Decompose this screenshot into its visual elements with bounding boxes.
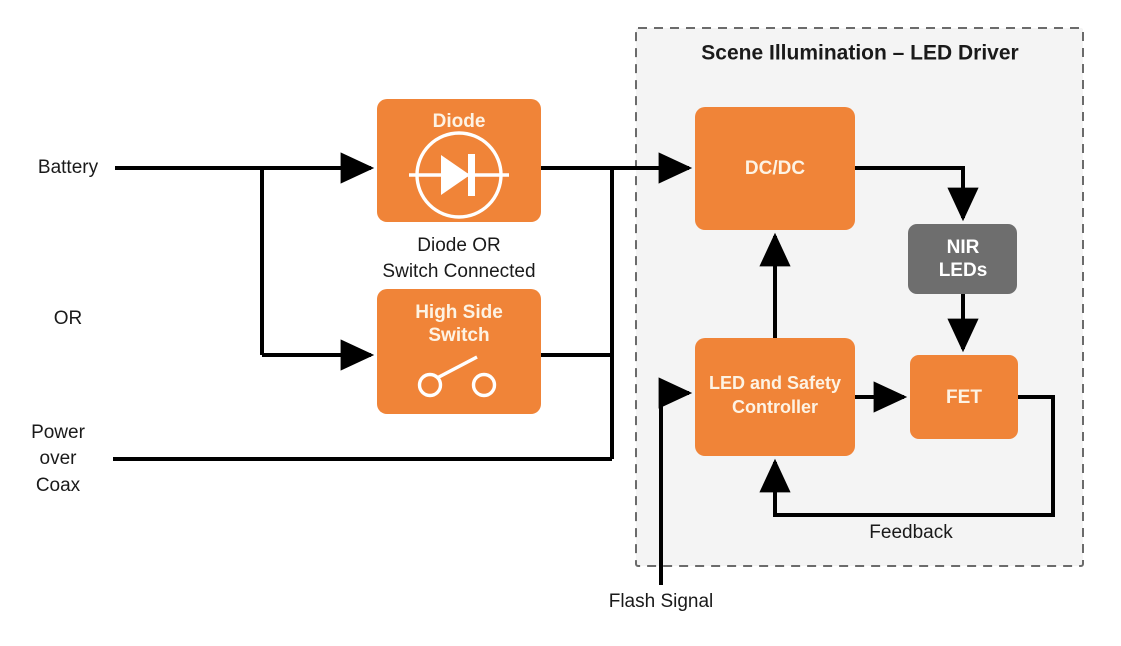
power-over-coax-line-2: over bbox=[40, 448, 78, 469]
note-diode-or-switch-line-1: Diode OR bbox=[417, 235, 500, 256]
block-diagram-canvas: Scene Illumination – LED Driver Battery … bbox=[0, 0, 1121, 646]
note-feedback: Feedback bbox=[869, 522, 953, 543]
block-nir-leds[interactable]: NIR LEDs bbox=[908, 224, 1017, 294]
block-led-safety-controller[interactable]: LED and Safety Controller bbox=[695, 338, 855, 456]
block-nir-leds-line-2: LEDs bbox=[939, 260, 988, 281]
block-dcdc-label: DC/DC bbox=[745, 158, 805, 179]
block-high-side-switch-line-2: Switch bbox=[428, 325, 489, 346]
input-label-or: OR bbox=[54, 308, 83, 329]
block-led-safety-controller-line-1: LED and Safety bbox=[709, 373, 841, 393]
note-diode-or-switch: Diode OR Switch Connected bbox=[382, 235, 535, 282]
block-high-side-switch-line-1: High Side bbox=[415, 302, 503, 323]
block-led-safety-controller-line-2: Controller bbox=[732, 397, 818, 417]
block-fet[interactable]: FET bbox=[910, 355, 1018, 439]
block-high-side-switch[interactable]: High Side Switch bbox=[377, 289, 541, 414]
block-dcdc[interactable]: DC/DC bbox=[695, 107, 855, 230]
block-diode[interactable]: Diode bbox=[377, 99, 541, 222]
input-label-battery: Battery bbox=[38, 157, 99, 178]
note-diode-or-switch-line-2: Switch Connected bbox=[382, 261, 535, 282]
block-fet-label: FET bbox=[946, 387, 982, 408]
panel-title: Scene Illumination – LED Driver bbox=[701, 42, 1018, 65]
input-label-flash-signal: Flash Signal bbox=[609, 591, 714, 612]
power-over-coax-line-3: Coax bbox=[36, 475, 81, 496]
block-nir-leds-line-1: NIR bbox=[947, 237, 980, 258]
power-over-coax-line-1: Power bbox=[31, 422, 86, 443]
block-diode-label: Diode bbox=[433, 111, 486, 132]
input-label-power-over-coax: Power over Coax bbox=[31, 422, 86, 496]
